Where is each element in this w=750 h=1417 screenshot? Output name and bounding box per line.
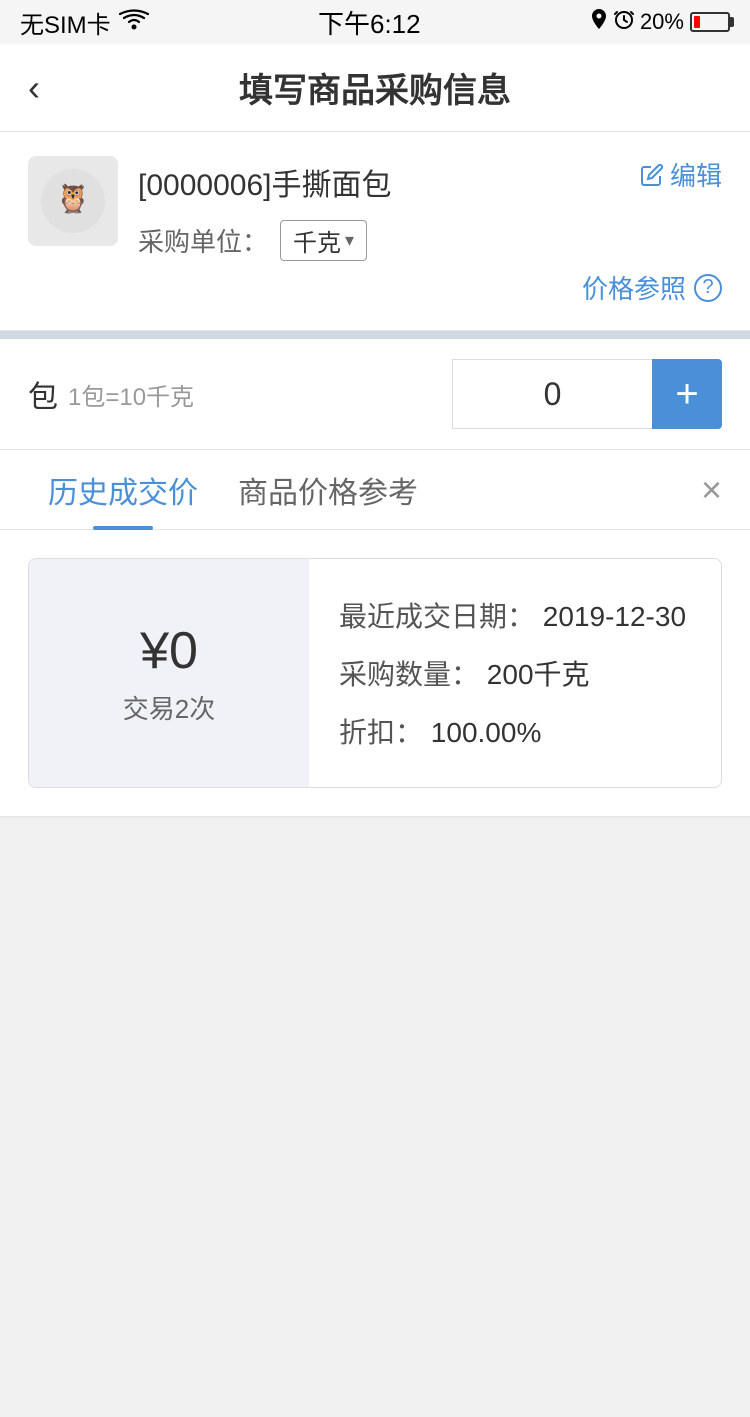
- svg-text:🦉: 🦉: [56, 183, 91, 215]
- nav-bar: ‹ 填写商品采购信息: [0, 44, 750, 132]
- price-value: 0: [169, 622, 198, 680]
- recent-date-label: 最近成交日期：: [339, 601, 535, 632]
- product-name: [0000006]手撕面包: [138, 160, 391, 204]
- purchase-qty-value: 200千克: [487, 659, 590, 690]
- tab-panel: 历史成交价 商品价格参考 × ¥0 交易2次 最近成交日期： 2019-12-3…: [0, 450, 750, 817]
- unit-caret-icon: ▾: [345, 230, 354, 251]
- discount-row: 折扣： 100.00%: [339, 711, 691, 751]
- recent-date-row: 最近成交日期： 2019-12-30: [339, 595, 691, 635]
- status-bar: 无SIM卡 下午6:12 20%: [0, 0, 750, 44]
- quantity-unit-name: 包: [28, 372, 58, 416]
- quantity-label: 包 1包=10千克: [28, 372, 194, 416]
- tab-history-price[interactable]: 历史成交价: [28, 450, 218, 530]
- help-icon: ?: [694, 274, 722, 302]
- unit-badge[interactable]: 千克 ▾: [280, 220, 367, 261]
- alarm-icon: [614, 8, 634, 36]
- price-card: ¥0 交易2次 最近成交日期： 2019-12-30 采购数量： 200千克 折…: [28, 558, 722, 788]
- quantity-input[interactable]: 0: [452, 359, 652, 429]
- recent-date-value: 2019-12-30: [543, 601, 686, 632]
- purchase-qty-label: 采购数量：: [339, 659, 479, 690]
- price-amount: ¥0: [140, 621, 198, 681]
- quantity-controls: 0 +: [452, 359, 722, 429]
- quantity-row: 包 1包=10千克 0 +: [0, 339, 750, 450]
- currency-symbol: ¥: [140, 622, 169, 680]
- battery-icon: [690, 12, 730, 32]
- tab-content-history: ¥0 交易2次 最近成交日期： 2019-12-30 采购数量： 200千克 折…: [0, 530, 750, 816]
- quantity-conversion: 1包=10千克: [68, 377, 194, 412]
- tab-header: 历史成交价 商品价格参考 ×: [0, 450, 750, 530]
- purchase-qty-row: 采购数量： 200千克: [339, 653, 691, 693]
- discount-value: 100.00%: [431, 717, 542, 748]
- carrier-text: 无SIM卡: [20, 5, 111, 40]
- section-divider: [0, 331, 750, 339]
- status-right: 20%: [590, 8, 730, 36]
- quantity-plus-button[interactable]: +: [652, 359, 722, 429]
- price-right-panel: 最近成交日期： 2019-12-30 采购数量： 200千克 折扣： 100.0…: [309, 559, 721, 787]
- discount-label: 折扣：: [339, 717, 423, 748]
- back-button[interactable]: ‹: [28, 67, 40, 109]
- unit-label: 采购单位：: [138, 222, 268, 259]
- product-info: [0000006]手撕面包 采购单位： 千克 ▾: [138, 156, 391, 261]
- price-ref-button[interactable]: 价格参照 ?: [582, 269, 722, 306]
- tab-product-price[interactable]: 商品价格参考: [218, 450, 438, 530]
- location-icon: [590, 8, 608, 36]
- price-ref-row: 价格参照 ?: [28, 269, 722, 306]
- wifi-icon: [119, 8, 149, 37]
- main-content-area: [0, 817, 750, 1417]
- status-left: 无SIM卡: [20, 5, 149, 40]
- battery-percent: 20%: [640, 9, 684, 35]
- product-left: 🦉 [0000006]手撕面包 采购单位： 千克 ▾: [28, 156, 391, 261]
- product-card: 🦉 [0000006]手撕面包 采购单位： 千克 ▾ 编辑 价格参照 ?: [0, 132, 750, 331]
- tab-close-button[interactable]: ×: [701, 469, 722, 511]
- price-transaction-count: 交易2次: [123, 689, 215, 726]
- status-time: 下午6:12: [318, 4, 421, 41]
- nav-title: 填写商品采购信息: [239, 63, 511, 112]
- product-thumbnail: 🦉: [28, 156, 118, 246]
- price-left-panel: ¥0 交易2次: [29, 559, 309, 787]
- product-unit-row: 采购单位： 千克 ▾: [138, 220, 391, 261]
- product-header: 🦉 [0000006]手撕面包 采购单位： 千克 ▾ 编辑: [28, 156, 722, 261]
- edit-button[interactable]: 编辑: [640, 156, 722, 193]
